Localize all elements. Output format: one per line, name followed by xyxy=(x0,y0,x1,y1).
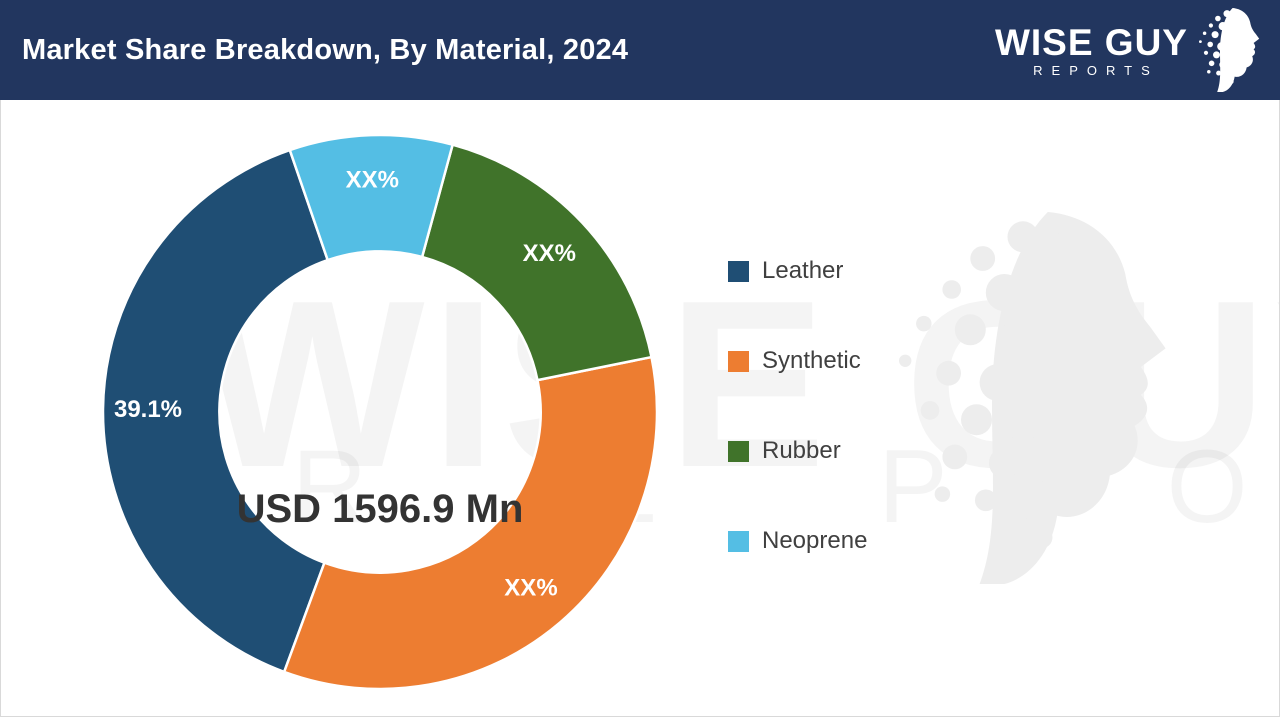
page-title: Market Share Breakdown, By Material, 202… xyxy=(22,33,629,66)
logo-text: WISE GUY REPORTS xyxy=(995,24,1188,77)
legend-item-synthetic: Synthetic xyxy=(728,348,867,374)
watermark-face-icon xyxy=(868,212,1178,584)
segment-label-rubber: XX% xyxy=(523,240,576,267)
legend-swatch-rubber xyxy=(728,440,749,462)
logo-tagline: REPORTS xyxy=(1033,62,1159,78)
legend-swatch-leather xyxy=(728,260,749,282)
segment-label-synthetic: XX% xyxy=(504,575,557,602)
legend-item-rubber: Rubber xyxy=(728,438,867,464)
legend-swatch-synthetic xyxy=(728,350,749,372)
header-bar: Market Share Breakdown, By Material, 202… xyxy=(0,0,1280,100)
logo-name: WISE GUY xyxy=(994,21,1188,63)
wiseguy-face-icon xyxy=(1192,8,1262,92)
legend-label: Synthetic xyxy=(762,347,861,374)
segment-label-leather: 39.1% xyxy=(114,396,182,423)
legend-item-leather: Leather xyxy=(728,258,867,284)
donut-center-value: USD 1596.9 Mn xyxy=(236,487,524,531)
wiseguy-logo: WISE GUY REPORTS xyxy=(995,0,1262,100)
legend-item-neoprene: Neoprene xyxy=(728,528,867,554)
legend-label: Leather xyxy=(762,257,844,284)
legend-label: Rubber xyxy=(762,437,841,464)
donut-svg: 39.1% XX% XX% XX% xyxy=(101,133,659,691)
segment-label-neoprene: XX% xyxy=(346,167,399,194)
chart-legend: Leather Synthetic Rubber Neoprene xyxy=(728,258,867,618)
legend-label: Neoprene xyxy=(762,527,868,554)
page-root: WISE GUY R E P O R T S Market S xyxy=(0,0,1280,720)
donut-chart: 39.1% XX% XX% XX% xyxy=(0,100,760,720)
legend-swatch-neoprene xyxy=(728,530,749,552)
